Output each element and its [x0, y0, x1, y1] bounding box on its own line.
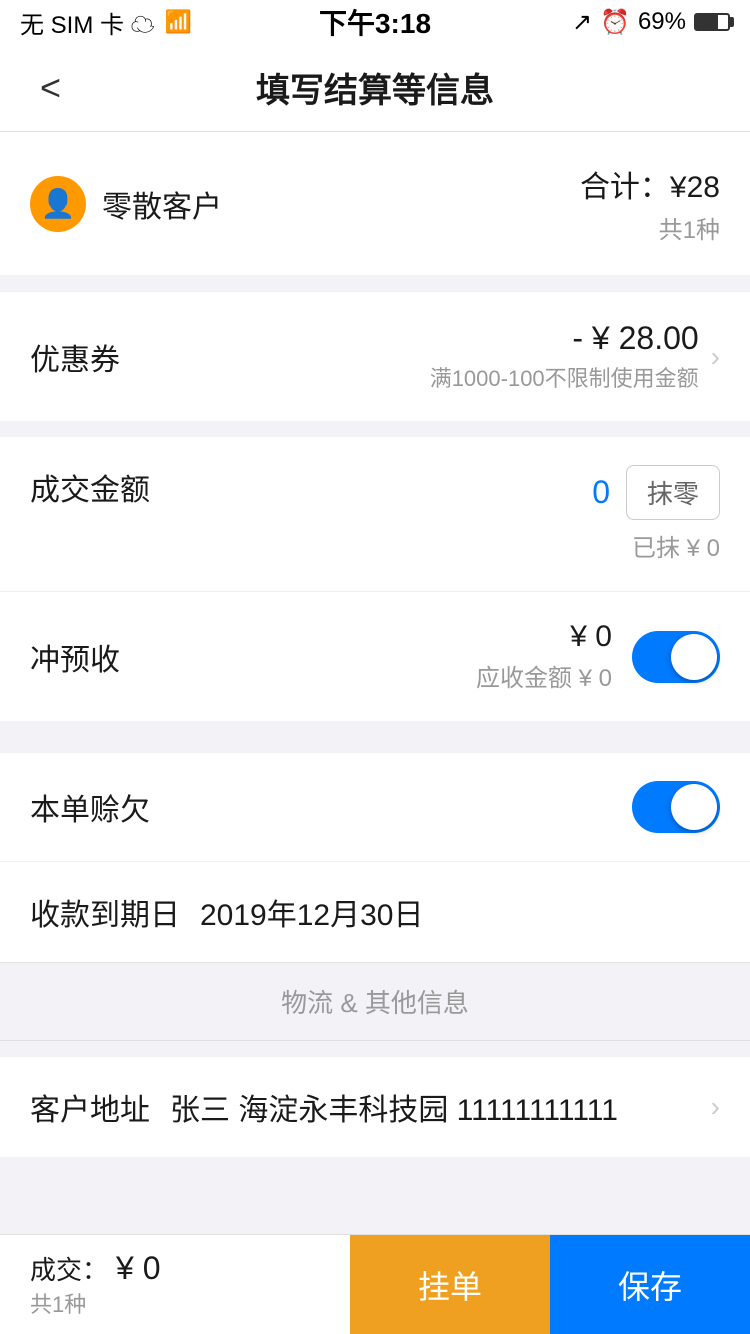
total-price: 合计：¥28	[580, 162, 720, 206]
customer-row: 👤 零散客户 合计：¥28 共1种	[0, 132, 750, 275]
alarm-icon: ⏰	[600, 8, 630, 37]
toggle-knob	[671, 634, 717, 680]
back-button[interactable]: <	[30, 57, 71, 119]
coupon-card: 优惠券 - ¥ 28.00 满1000-100不限制使用金额 ›	[0, 291, 750, 421]
round-zero-button[interactable]: 抹零	[626, 465, 720, 520]
nav-bar: < 填写结算等信息	[0, 44, 750, 132]
bottom-deal-label: 成交：	[30, 1250, 108, 1287]
amount-value: 0	[592, 474, 610, 511]
due-date-section: 收款到期日 2019年12月30日	[0, 861, 750, 962]
bottom-bar: 成交： ¥ 0 共1种 挂单 保存	[0, 1234, 750, 1334]
debt-label: 本单赊欠	[30, 785, 150, 829]
avatar-icon: 👤	[41, 187, 76, 220]
coupon-row[interactable]: 优惠券 - ¥ 28.00 满1000-100不限制使用金额 ›	[0, 291, 750, 421]
avatar: 👤	[30, 176, 86, 232]
customer-card: 👤 零散客户 合计：¥28 共1种	[0, 132, 750, 275]
due-date-label: 收款到期日	[30, 890, 180, 934]
debt-toggle-knob	[671, 784, 717, 830]
prepay-sub-label: 应收金额 ¥ 0	[476, 658, 612, 693]
address-label: 客户地址	[30, 1085, 150, 1129]
prepay-row: 冲预收 ¥ 0 应收金额 ¥ 0	[0, 591, 750, 721]
coupon-description: 满1000-100不限制使用金额	[430, 361, 699, 393]
amount-section: 成交金额 0 抹零 已抹 ¥ 0	[0, 421, 750, 591]
due-date-value: 2019年12月30日	[200, 890, 423, 934]
prepay-info: ¥ 0 应收金额 ¥ 0	[476, 620, 612, 693]
amount-right: 0 抹零	[592, 465, 720, 520]
wifi-icon: 📶	[165, 9, 192, 35]
coupon-right: - ¥ 28.00 满1000-100不限制使用金额 ›	[430, 320, 720, 393]
prepay-amount: ¥ 0	[476, 620, 612, 654]
debt-section: 本单赊欠	[0, 737, 750, 861]
amount-label: 成交金额	[30, 465, 150, 509]
page-title: 填写结算等信息	[256, 63, 494, 112]
divider-section: 物流 & 其他信息	[0, 962, 750, 1041]
debt-toggle[interactable]	[632, 781, 720, 833]
divider-text: 物流 & 其他信息	[281, 988, 469, 1018]
prepay-toggle[interactable]	[632, 631, 720, 683]
sim-label: 无 SIM 卡 ☁	[20, 5, 155, 40]
battery-icon	[694, 13, 730, 31]
address-chevron-icon: ›	[711, 1091, 720, 1123]
hang-order-label: 挂单	[418, 1262, 482, 1308]
coupon-info: - ¥ 28.00 满1000-100不限制使用金额	[430, 320, 699, 393]
customer-right: 合计：¥28 共1种	[580, 162, 720, 245]
due-date-row: 收款到期日 2019年12月30日	[30, 890, 720, 934]
hang-order-button[interactable]: 挂单	[350, 1235, 550, 1334]
prepay-card: 冲预收 ¥ 0 应收金额 ¥ 0	[0, 591, 750, 721]
status-left: 无 SIM 卡 ☁ 📶	[20, 5, 192, 40]
status-time: 下午3:18	[319, 2, 431, 42]
address-value: 张三 海淀永丰科技园 11111111111	[170, 1085, 618, 1129]
bottom-count: 共1种	[30, 1287, 320, 1319]
bottom-deal-row: 成交： ¥ 0	[30, 1250, 320, 1287]
customer-name: 零散客户	[102, 182, 222, 226]
status-right: ↗ ⏰ 69%	[572, 8, 730, 37]
address-left: 客户地址 张三 海淀永丰科技园 11111111111	[30, 1085, 618, 1129]
bottom-summary: 成交： ¥ 0 共1种	[0, 1250, 350, 1319]
location-icon: ↗	[572, 8, 592, 37]
item-count: 共1种	[580, 210, 720, 245]
coupon-label: 优惠券	[30, 335, 120, 379]
prepay-label: 冲预收	[30, 635, 120, 679]
battery-label: 69%	[638, 8, 686, 36]
status-bar: 无 SIM 卡 ☁ 📶 下午3:18 ↗ ⏰ 69%	[0, 0, 750, 44]
bottom-deal-amount: ¥ 0	[116, 1250, 160, 1287]
prepay-right: ¥ 0 应收金额 ¥ 0	[476, 620, 720, 693]
save-label: 保存	[618, 1262, 682, 1308]
save-button[interactable]: 保存	[550, 1235, 750, 1334]
customer-left: 👤 零散客户	[30, 176, 222, 232]
address-section[interactable]: 客户地址 张三 海淀永丰科技园 11111111111 ›	[0, 1057, 750, 1157]
coupon-discount: - ¥ 28.00	[430, 320, 699, 357]
amount-sub-label: 已抹 ¥ 0	[30, 528, 720, 563]
chevron-right-icon: ›	[711, 341, 720, 373]
amount-row: 成交金额 0 抹零	[30, 465, 720, 520]
